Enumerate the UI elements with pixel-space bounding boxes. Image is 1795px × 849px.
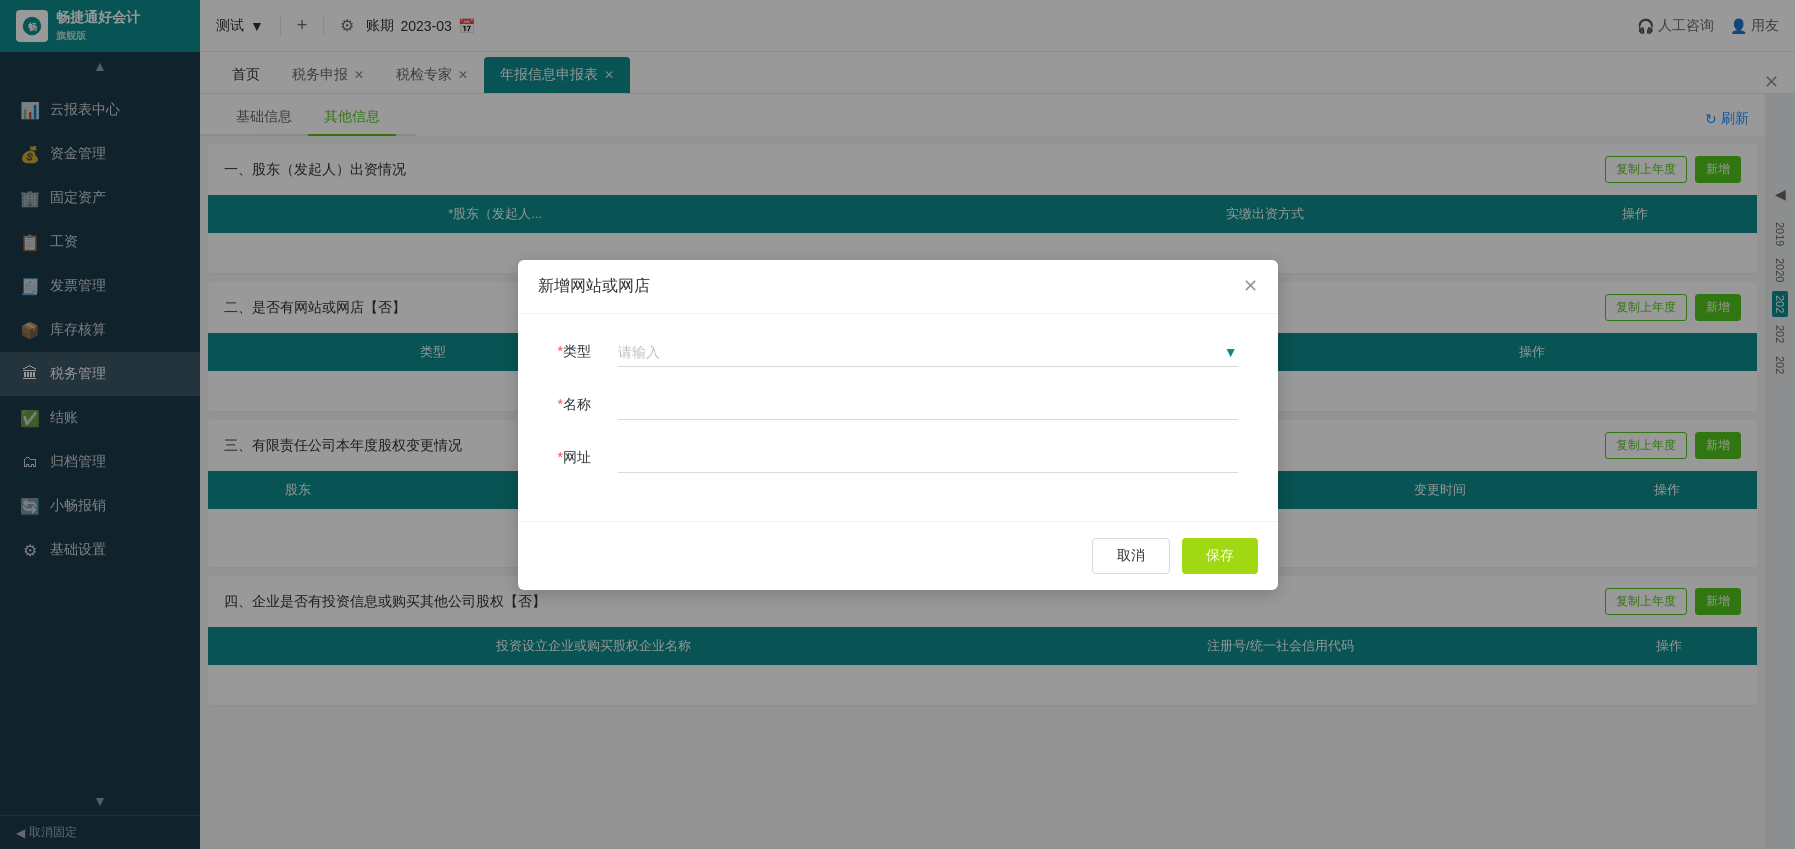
url-label: *网址 [558, 449, 618, 467]
name-input[interactable] [618, 391, 1238, 420]
dialog-close-button[interactable]: ✕ [1243, 277, 1258, 295]
url-label-text: 网址 [563, 449, 591, 465]
url-input-wrap [618, 444, 1238, 473]
dialog-footer: 取消 保存 [518, 521, 1278, 590]
form-item-type: *类型 ▼ [558, 338, 1238, 367]
form-item-name: *名称 [558, 391, 1238, 420]
url-input[interactable] [618, 444, 1238, 473]
form-item-url: *网址 [558, 444, 1238, 473]
dialog-header: 新增网站或网店 ✕ [518, 260, 1278, 314]
dialog-add-website: 新增网站或网店 ✕ *类型 ▼ *名称 [518, 260, 1278, 590]
cancel-button[interactable]: 取消 [1092, 538, 1170, 574]
modal-overlay[interactable]: 新增网站或网店 ✕ *类型 ▼ *名称 [0, 0, 1795, 849]
name-label-text: 名称 [563, 396, 591, 412]
type-input[interactable] [618, 338, 1238, 367]
type-label-text: 类型 [563, 343, 591, 359]
type-input-wrap: ▼ [618, 338, 1238, 367]
dialog-body: *类型 ▼ *名称 *网址 [518, 314, 1278, 521]
type-label: *类型 [558, 343, 618, 361]
dialog-title: 新增网站或网店 [538, 276, 650, 297]
save-button[interactable]: 保存 [1182, 538, 1258, 574]
name-input-wrap [618, 391, 1238, 420]
name-label: *名称 [558, 396, 618, 414]
